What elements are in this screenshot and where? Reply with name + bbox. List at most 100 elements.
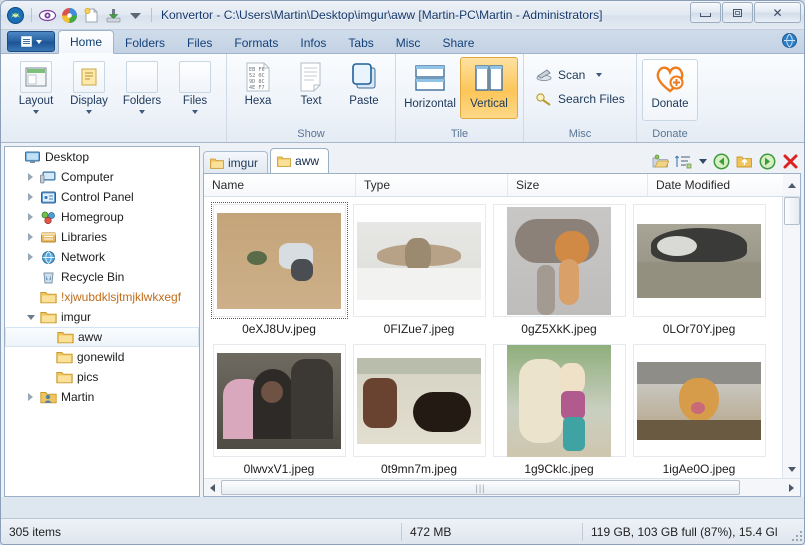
tree-item-control-panel[interactable]: Control Panel — [5, 187, 199, 207]
vertical-scrollbar[interactable] — [782, 197, 800, 478]
scan-button[interactable]: Scan — [530, 65, 630, 85]
file-item[interactable]: 0FIZue7.jpeg — [349, 202, 489, 342]
forward-icon[interactable] — [759, 153, 776, 170]
folder-icon — [277, 155, 291, 167]
file-item[interactable]: 1igAe0O.jpeg — [629, 342, 769, 478]
file-thumbnail — [492, 204, 626, 317]
close-button[interactable]: ✕ — [754, 2, 801, 23]
file-item[interactable]: 0gZ5XkK.jpeg — [489, 202, 629, 342]
tree-item-recycle-bin[interactable]: Recycle Bin — [5, 267, 199, 287]
paste-button[interactable]: Paste — [338, 57, 390, 119]
horizontal-scroll-track[interactable]: ||| — [221, 480, 783, 495]
chevron-down-icon[interactable] — [596, 73, 603, 77]
vertical-scroll-track[interactable] — [783, 197, 800, 461]
qat-dropdown-icon[interactable] — [126, 6, 145, 25]
file-tab-imgur[interactable]: imgur — [203, 151, 269, 173]
file-name-label: 1g9Cklc.jpeg — [524, 462, 594, 476]
tree-item-label: aww — [78, 330, 103, 344]
tree-item-gonewild[interactable]: gonewild — [5, 347, 199, 367]
display-button[interactable]: Display — [63, 57, 115, 119]
tree-item-computer[interactable]: Computer — [5, 167, 199, 187]
tab-toolbar — [652, 153, 799, 170]
tree-item-xjwubdklsjtmjklwkxegf[interactable]: !xjwubdklsjtmjklwkxegf — [5, 287, 199, 307]
scroll-down-button[interactable] — [783, 461, 800, 478]
tile-vertical-button[interactable]: Vertical — [460, 57, 518, 119]
tab-formats[interactable]: Formats — [223, 33, 289, 53]
column-header-name[interactable]: Name — [204, 174, 356, 196]
horizontal-scroll-thumb[interactable]: ||| — [221, 480, 741, 495]
tree-item-label: gonewild — [77, 350, 125, 364]
app-logo-icon[interactable] — [6, 6, 25, 25]
up-folder-icon[interactable] — [736, 153, 753, 170]
file-item[interactable]: 0LOr70Y.jpeg — [629, 202, 769, 342]
scroll-up-button[interactable] — [783, 174, 800, 196]
svg-text:4E F7: 4E F7 — [249, 85, 265, 91]
scroll-left-button[interactable] — [204, 479, 221, 496]
sort-dropdown-icon[interactable] — [698, 153, 707, 170]
browse-folder-icon[interactable] — [652, 153, 669, 170]
tree-item-network[interactable]: Network — [5, 247, 199, 267]
expand-arrow-icon[interactable] — [25, 232, 36, 243]
tree-item-desktop[interactable]: Desktop — [5, 147, 199, 167]
column-header-type[interactable]: Type — [356, 174, 508, 196]
collapse-arrow-icon[interactable] — [25, 312, 36, 323]
expand-arrow-icon[interactable] — [25, 252, 36, 263]
folders-button[interactable]: Folders — [116, 57, 168, 119]
donate-button[interactable]: Donate — [642, 59, 698, 121]
file-item[interactable]: 0lwvxV1.jpeg — [209, 342, 349, 478]
tab-files[interactable]: Files — [176, 33, 223, 53]
tree-item-imgur[interactable]: imgur — [5, 307, 199, 327]
scroll-right-button[interactable] — [783, 479, 800, 496]
tree-item-libraries[interactable]: Libraries — [5, 227, 199, 247]
scan-label: Scan — [558, 68, 586, 82]
layout-button[interactable]: Layout — [10, 57, 62, 119]
folder-icon — [57, 330, 74, 345]
file-item[interactable]: 0eXJ8Uv.jpeg — [209, 202, 349, 342]
resize-grip-icon[interactable] — [790, 529, 804, 543]
column-header-size[interactable]: Size — [508, 174, 648, 196]
expand-arrow-icon[interactable] — [25, 212, 36, 223]
tab-tabs[interactable]: Tabs — [337, 33, 384, 53]
expand-arrow-icon[interactable] — [25, 172, 36, 183]
new-file-icon[interactable] — [82, 6, 101, 25]
files-button[interactable]: Files — [169, 57, 221, 119]
tile-vertical-label: Vertical — [470, 98, 508, 110]
horizontal-scrollbar[interactable]: ||| — [204, 478, 800, 496]
text-button[interactable]: Text — [285, 57, 337, 119]
tab-misc[interactable]: Misc — [385, 33, 432, 53]
hexa-button[interactable]: EB F6 52 0C 9D 8C 4E F7 Hexa — [232, 57, 284, 119]
ribbon-group-show: EB F6 52 0C 9D 8C 4E F7 Hexa Text Paste … — [226, 54, 395, 142]
search-files-button[interactable]: Search Files — [530, 89, 630, 109]
tree-item-martin[interactable]: Martin — [5, 387, 199, 407]
file-name-label: 0eXJ8Uv.jpeg — [242, 322, 316, 336]
tree-item-homegroup[interactable]: Homegroup — [5, 207, 199, 227]
layout-icon — [20, 61, 52, 93]
thumbnail-grid[interactable]: 0eXJ8Uv.jpeg 0FIZue7.jpeg 0gZ5XkK.jpeg 0LOr… — [204, 197, 782, 478]
folder-tree[interactable]: Desktop Computer Control Panel Homegroup Lib… — [4, 146, 200, 497]
tab-home[interactable]: Home — [58, 30, 115, 54]
tab-folders[interactable]: Folders — [114, 33, 176, 53]
sort-icon[interactable] — [675, 153, 692, 170]
help-icon[interactable] — [781, 32, 798, 49]
minimize-button[interactable] — [690, 2, 721, 23]
restore-button[interactable] — [722, 2, 753, 23]
back-icon[interactable] — [713, 153, 730, 170]
tree-item-aww[interactable]: aww — [5, 327, 199, 347]
file-item[interactable]: 1g9Cklc.jpeg — [489, 342, 629, 478]
close-tab-icon[interactable] — [782, 153, 799, 170]
file-tab-aww[interactable]: aww — [270, 148, 330, 173]
tab-share[interactable]: Share — [431, 33, 485, 53]
save-icon[interactable] — [104, 6, 123, 25]
application-menu-button[interactable] — [7, 31, 55, 52]
file-item[interactable]: 0t9mn7m.jpeg — [349, 342, 489, 478]
ribbon-group-tile: Horizontal Vertical Tile — [395, 54, 523, 142]
vertical-scroll-thumb[interactable] — [784, 197, 800, 225]
eye-icon[interactable] — [38, 6, 57, 25]
tab-infos[interactable]: Infos — [289, 33, 337, 53]
tile-horizontal-button[interactable]: Horizontal — [401, 57, 459, 119]
expand-arrow-icon[interactable] — [25, 392, 36, 403]
expand-arrow-icon[interactable] — [25, 192, 36, 203]
color-wheel-icon[interactable] — [60, 6, 79, 25]
column-header-date-modified[interactable]: Date Modified — [648, 174, 783, 196]
tree-item-pics[interactable]: pics — [5, 367, 199, 387]
